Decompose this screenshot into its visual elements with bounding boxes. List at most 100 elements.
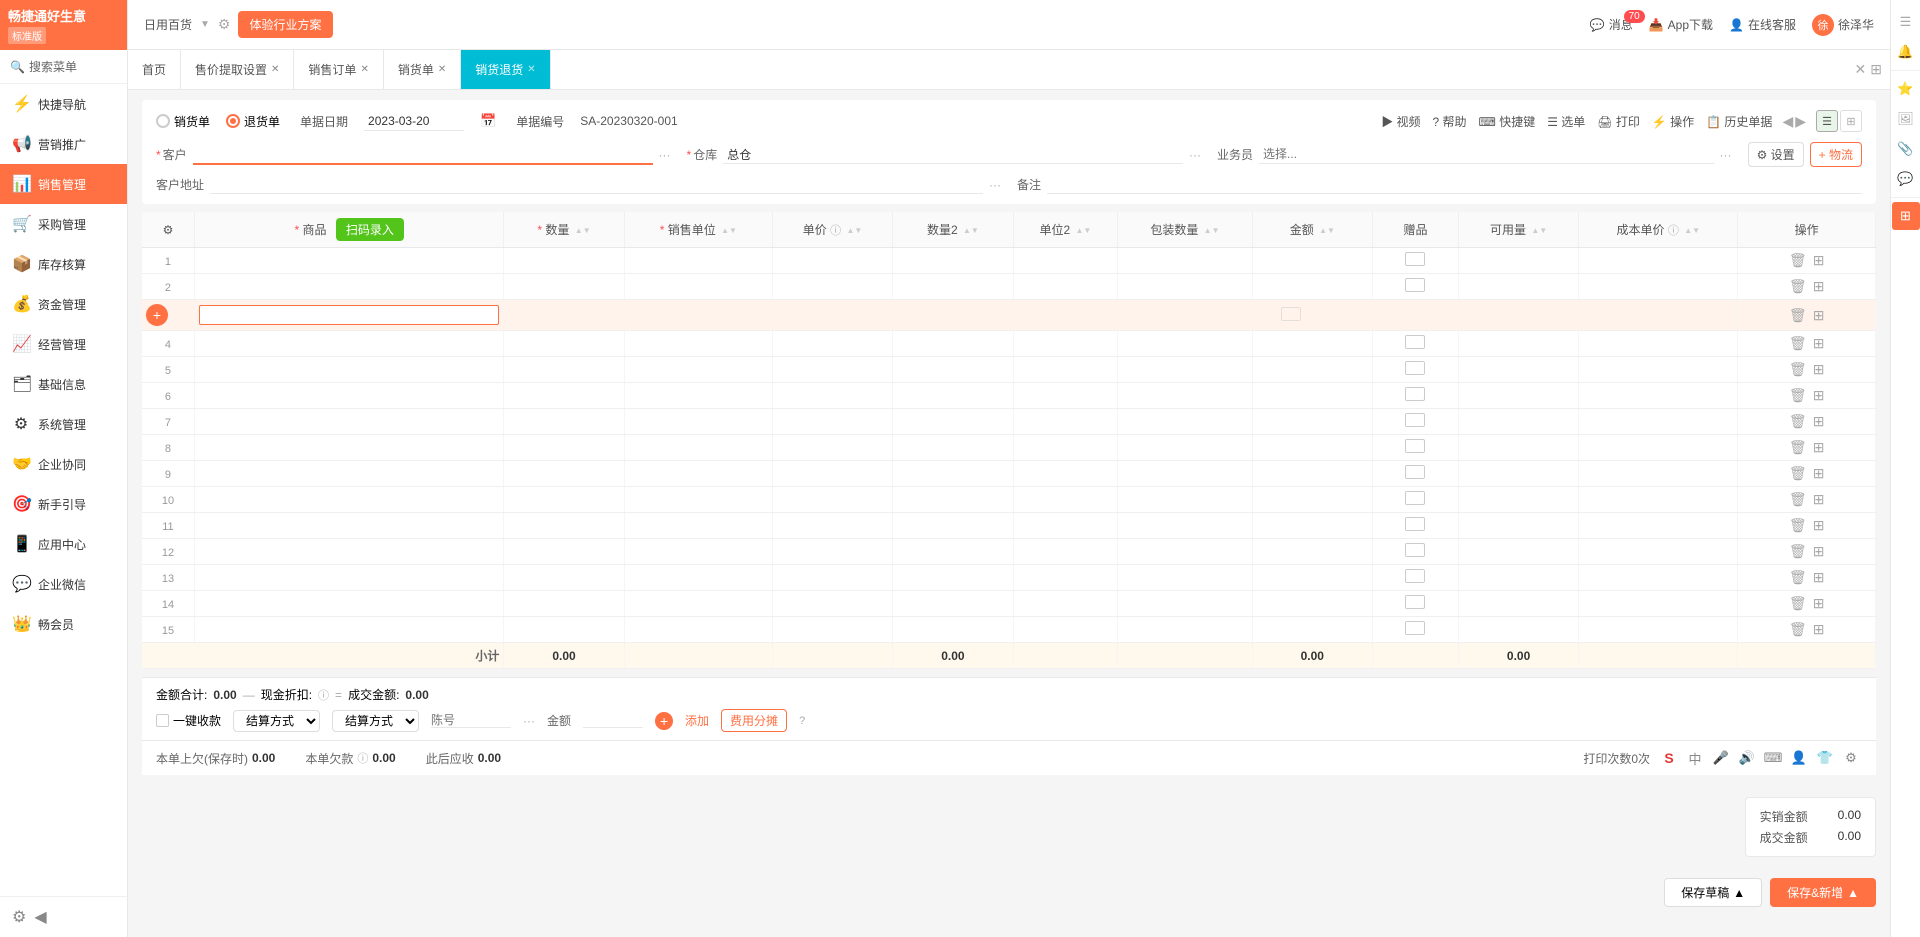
shortcut-btn[interactable]: ⌨ 快捷键: [1479, 113, 1536, 130]
settings-gear-icon[interactable]: ⚙: [218, 16, 231, 33]
right-tool-attach-btn[interactable]: 📎: [1892, 135, 1920, 163]
pkg-qty-cell[interactable]: [1118, 357, 1252, 383]
pkg-qty-cell[interactable]: [1118, 461, 1252, 487]
online-service-btn[interactable]: 👤 在线客服: [1729, 16, 1796, 33]
sidebar-item-basics[interactable]: 🗂 基础信息: [0, 364, 127, 404]
product-cell[interactable]: [194, 539, 503, 565]
copy-row-btn[interactable]: ⊞: [1813, 543, 1825, 560]
available-cell[interactable]: [1458, 565, 1578, 591]
table-view-btn[interactable]: ☰: [1816, 110, 1838, 132]
sales-unit-cell[interactable]: [624, 274, 772, 300]
copy-row-btn[interactable]: ⊞: [1813, 517, 1825, 534]
copy-row-btn[interactable]: ⊞: [1813, 491, 1825, 508]
gift-cell[interactable]: [1372, 435, 1458, 461]
unit-price-cell[interactable]: [772, 461, 892, 487]
unit-price-cell[interactable]: [772, 617, 892, 643]
search-menu[interactable]: 🔍 搜索菜单: [0, 50, 127, 84]
app-download-btn[interactable]: 📥 App下载: [1649, 16, 1713, 33]
qty2-cell[interactable]: [893, 565, 1013, 591]
delete-row-btn[interactable]: 🗑: [1789, 517, 1807, 534]
pkg-qty-cell[interactable]: [1118, 617, 1252, 643]
unit2-cell[interactable]: [1013, 539, 1118, 565]
qty-cell[interactable]: [504, 617, 624, 643]
qty2-cell[interactable]: [893, 383, 1013, 409]
settings-btn[interactable]: ⚙ 设置: [1748, 142, 1804, 167]
copy-row-btn[interactable]: ⊞: [1813, 621, 1825, 638]
cost-price-cell[interactable]: [1579, 461, 1738, 487]
unit-price-cell[interactable]: [772, 591, 892, 617]
amount-cell[interactable]: [1252, 357, 1372, 383]
gift-cell[interactable]: [1372, 248, 1458, 274]
copy-row-btn[interactable]: ⊞: [1813, 413, 1825, 430]
delete-row-btn[interactable]: 🗑: [1789, 569, 1807, 586]
copy-row-btn[interactable]: ⊞: [1813, 278, 1825, 295]
gift-checkbox[interactable]: [1405, 413, 1425, 427]
qty-cell[interactable]: [504, 461, 624, 487]
taskbar-icon-s[interactable]: S: [1658, 747, 1680, 769]
sales-unit-cell[interactable]: [624, 248, 772, 274]
qty-cell[interactable]: [504, 357, 624, 383]
gift-checkbox[interactable]: [1405, 335, 1425, 349]
sales-unit-cell[interactable]: [624, 617, 772, 643]
sidebar-item-operations[interactable]: 📈 经营管理: [0, 324, 127, 364]
scan-btn[interactable]: 扫码录入: [336, 218, 404, 241]
select-btn[interactable]: ☰ 选单: [1547, 113, 1585, 130]
sales-unit-cell[interactable]: [624, 591, 772, 617]
qty2-cell[interactable]: [893, 487, 1013, 513]
tab-sales-order-close[interactable]: ✕: [360, 64, 368, 75]
right-tool-table-btn[interactable]: ☰: [1892, 8, 1920, 36]
amount-cell[interactable]: [1252, 274, 1372, 300]
delete-row-btn[interactable]: 🗑: [1789, 491, 1807, 508]
tab-price-extract[interactable]: 售价提取设置 ✕: [181, 50, 294, 89]
right-tool-scan-btn[interactable]: ⊞: [1892, 202, 1920, 230]
sidebar-item-purchase[interactable]: 🛒 采购管理: [0, 204, 127, 244]
save-new-btn[interactable]: 保存&新增 ▲: [1770, 878, 1876, 907]
sidebar-item-marketing[interactable]: 📢 营销推广: [0, 124, 127, 164]
amount-cell[interactable]: [1252, 565, 1372, 591]
unit2-cell[interactable]: [1013, 435, 1118, 461]
available-cell[interactable]: [1458, 591, 1578, 617]
product-cell[interactable]: [194, 513, 503, 539]
qty-cell[interactable]: [504, 513, 624, 539]
product-cell[interactable]: [194, 591, 503, 617]
amount-cell[interactable]: [1252, 409, 1372, 435]
logistics-btn[interactable]: + 物流: [1810, 142, 1862, 167]
amount-cell[interactable]: [1252, 487, 1372, 513]
gift-cell[interactable]: [1372, 487, 1458, 513]
unit-price-cell[interactable]: [772, 248, 892, 274]
gift-checkbox[interactable]: [1405, 278, 1425, 292]
cost-price-cell[interactable]: [1579, 357, 1738, 383]
product-cell[interactable]: [194, 435, 503, 461]
sidebar-item-sales[interactable]: 📊 销售管理: [0, 164, 127, 204]
qty-cell[interactable]: [504, 591, 624, 617]
unit-price-cell[interactable]: [772, 357, 892, 383]
warehouse-search-btn[interactable]: ···: [1189, 148, 1201, 162]
gift-cell[interactable]: [1372, 461, 1458, 487]
copy-row-btn[interactable]: ⊞: [1813, 335, 1825, 352]
available-cell[interactable]: [1458, 357, 1578, 383]
taskbar-icon-user[interactable]: 👤: [1788, 747, 1810, 769]
amount-cell[interactable]: [1252, 513, 1372, 539]
sidebar-item-inventory[interactable]: 📦 库存核算: [0, 244, 127, 284]
radio-return[interactable]: 退货单: [226, 113, 280, 130]
delete-row-btn[interactable]: 🗑: [1789, 252, 1807, 269]
qty2-cell[interactable]: [893, 248, 1013, 274]
sales-unit-cell[interactable]: [624, 435, 772, 461]
unit2-cell[interactable]: [1013, 274, 1118, 300]
sidebar-item-shortcuts[interactable]: ⚡ 快捷导航: [0, 84, 127, 124]
tab-sales-return-close[interactable]: ✕: [527, 64, 535, 75]
available-cell[interactable]: [1458, 409, 1578, 435]
qty-sort-icon[interactable]: ▲▼: [575, 226, 591, 235]
this-credit-tip-icon[interactable]: ⓘ: [357, 750, 368, 766]
pkg-qty-cell[interactable]: [1118, 274, 1252, 300]
cost-price-cell[interactable]: [1579, 513, 1738, 539]
pkg-sort-icon[interactable]: ▲▼: [1204, 226, 1220, 235]
unit-price-tip-icon[interactable]: ⓘ: [830, 225, 841, 237]
available-cell[interactable]: [1458, 383, 1578, 409]
unit-price-cell[interactable]: [772, 435, 892, 461]
delete-row-btn[interactable]: 🗑: [1789, 595, 1807, 612]
sidebar-item-system[interactable]: ⚙ 系统管理: [0, 404, 127, 444]
unit2-cell[interactable]: [1013, 409, 1118, 435]
pkg-qty-cell[interactable]: [1118, 513, 1252, 539]
pkg-qty-cell[interactable]: [1118, 409, 1252, 435]
